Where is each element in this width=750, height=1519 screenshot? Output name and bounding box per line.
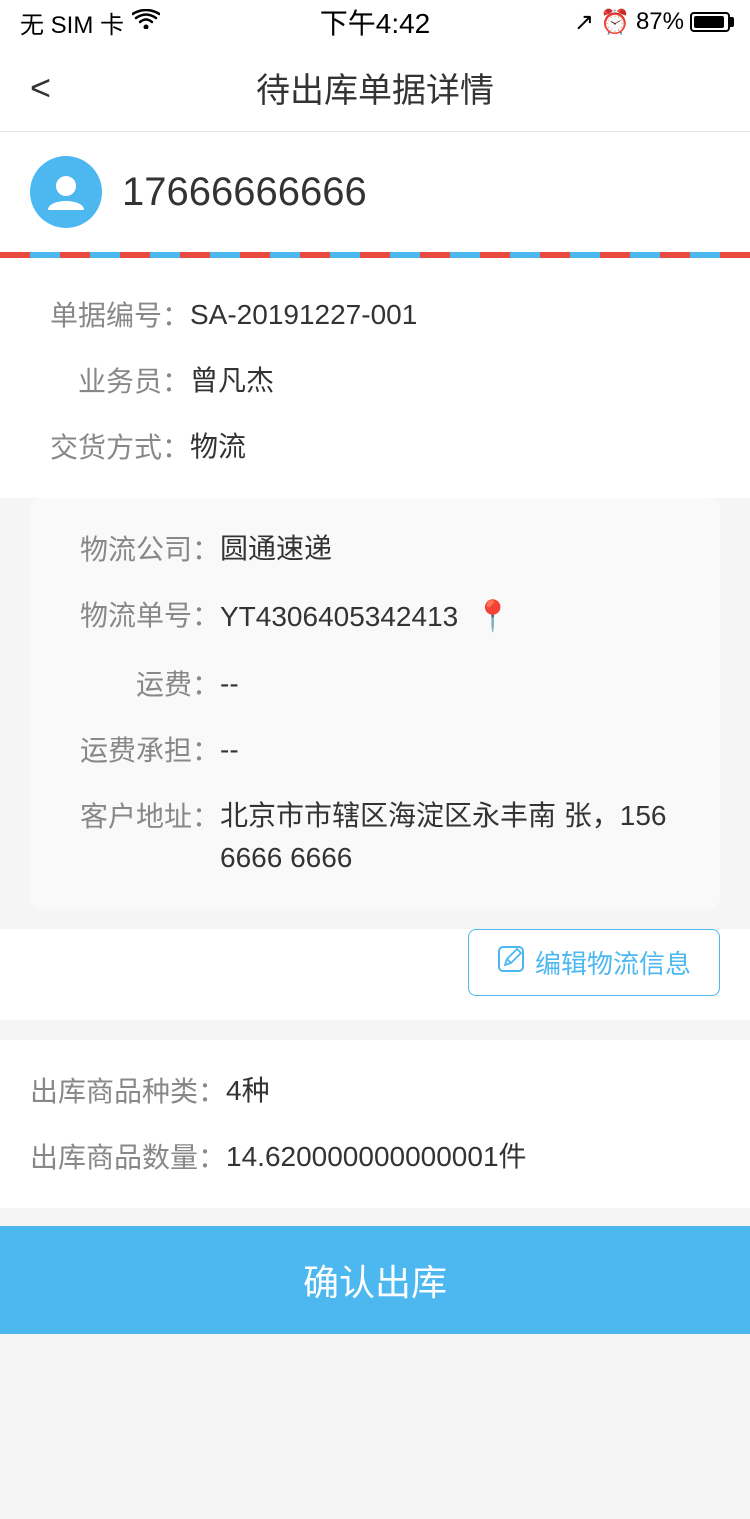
freight-label: 运费：: [60, 663, 220, 703]
tracking-number-label: 物流单号：: [60, 594, 220, 634]
edit-icon: [497, 945, 525, 980]
tracking-location-icon[interactable]: 📍: [474, 594, 511, 639]
customer-phone: 17666666666: [122, 170, 367, 215]
back-button[interactable]: <: [30, 57, 61, 119]
product-quantity-row: 出库商品数量： 14.620000000000001件: [30, 1136, 720, 1178]
order-number-label: 单据编号：: [30, 294, 190, 334]
tracking-number-value: YT43064053424​13 📍: [220, 594, 690, 639]
order-number-value: SA-20191227-001: [190, 294, 720, 336]
freight-bearer-value: --: [220, 729, 690, 771]
carrier-text: 无 SIM 卡: [20, 5, 124, 40]
status-time: 下午4:42: [320, 2, 431, 42]
basic-info-section: 单据编号： SA-20191227-001 业务员： 曾凡杰 交货方式： 物流: [0, 258, 750, 498]
location-status-icon: ↗: [574, 8, 594, 37]
address-row: 客户地址： 北京市市辖区海淀区永丰南 张，156 6666 6666: [60, 795, 690, 879]
battery-icon: [690, 12, 730, 32]
freight-row: 运费： --: [60, 663, 690, 705]
edit-logistics-button[interactable]: 编辑物流信息: [468, 929, 720, 996]
freight-bearer-label: 运费承担：: [60, 729, 220, 769]
tracking-number-row: 物流单号： YT43064053424​13 📍: [60, 594, 690, 639]
wifi-icon: [132, 8, 160, 36]
edit-btn-row: 编辑物流信息: [0, 929, 750, 1020]
product-type-label: 出库商品种类：: [30, 1070, 226, 1110]
status-bar: 无 SIM 卡 下午4:42 ↗ ⏰ 87%: [0, 0, 750, 44]
bottom-spacer: [0, 1319, 750, 1519]
alarm-icon: ⏰: [600, 8, 630, 37]
logistics-company-value: 圆通速递: [220, 528, 690, 570]
logistics-section: 物流公司： 圆通速递 物流单号： YT43064053424​13 📍 运费： …: [30, 498, 720, 909]
address-label: 客户地址：: [60, 795, 220, 835]
section-divider-1: [0, 1020, 750, 1040]
sales-person-value: 曾凡杰: [190, 360, 720, 402]
delivery-method-label: 交货方式：: [30, 426, 190, 466]
freight-bearer-row: 运费承担： --: [60, 729, 690, 771]
status-left: 无 SIM 卡: [20, 5, 160, 40]
sales-person-row: 业务员： 曾凡杰: [30, 360, 720, 402]
battery-percent: 87%: [636, 8, 684, 36]
address-value: 北京市市辖区海淀区永丰南 张，156 6666 6666: [220, 795, 690, 879]
confirm-btn-text: 确认出库: [303, 1262, 447, 1303]
product-type-row: 出库商品种类： 4种: [30, 1070, 720, 1112]
page-title: 待出库单据详情: [256, 63, 494, 112]
delivery-method-row: 交货方式： 物流: [30, 426, 720, 468]
product-quantity-value: 14.620000000000001件: [226, 1136, 720, 1178]
customer-header: 17666666666: [0, 132, 750, 252]
product-section: 出库商品种类： 4种 出库商品数量： 14.620000000000001件: [0, 1040, 750, 1208]
logistics-company-row: 物流公司： 圆通速递: [60, 528, 690, 570]
logistics-company-label: 物流公司：: [60, 528, 220, 568]
avatar: [30, 156, 102, 228]
sales-person-label: 业务员：: [30, 360, 190, 400]
nav-bar: < 待出库单据详情: [0, 44, 750, 132]
freight-value: --: [220, 663, 690, 705]
edit-logistics-label: 编辑物流信息: [535, 944, 691, 981]
status-right: ↗ ⏰ 87%: [574, 8, 730, 37]
order-number-row: 单据编号： SA-20191227-001: [30, 294, 720, 336]
product-quantity-label: 出库商品数量：: [30, 1136, 226, 1176]
product-type-value: 4种: [226, 1070, 720, 1112]
confirm-btn-container[interactable]: 确认出库: [0, 1226, 750, 1334]
delivery-method-value: 物流: [190, 426, 720, 468]
